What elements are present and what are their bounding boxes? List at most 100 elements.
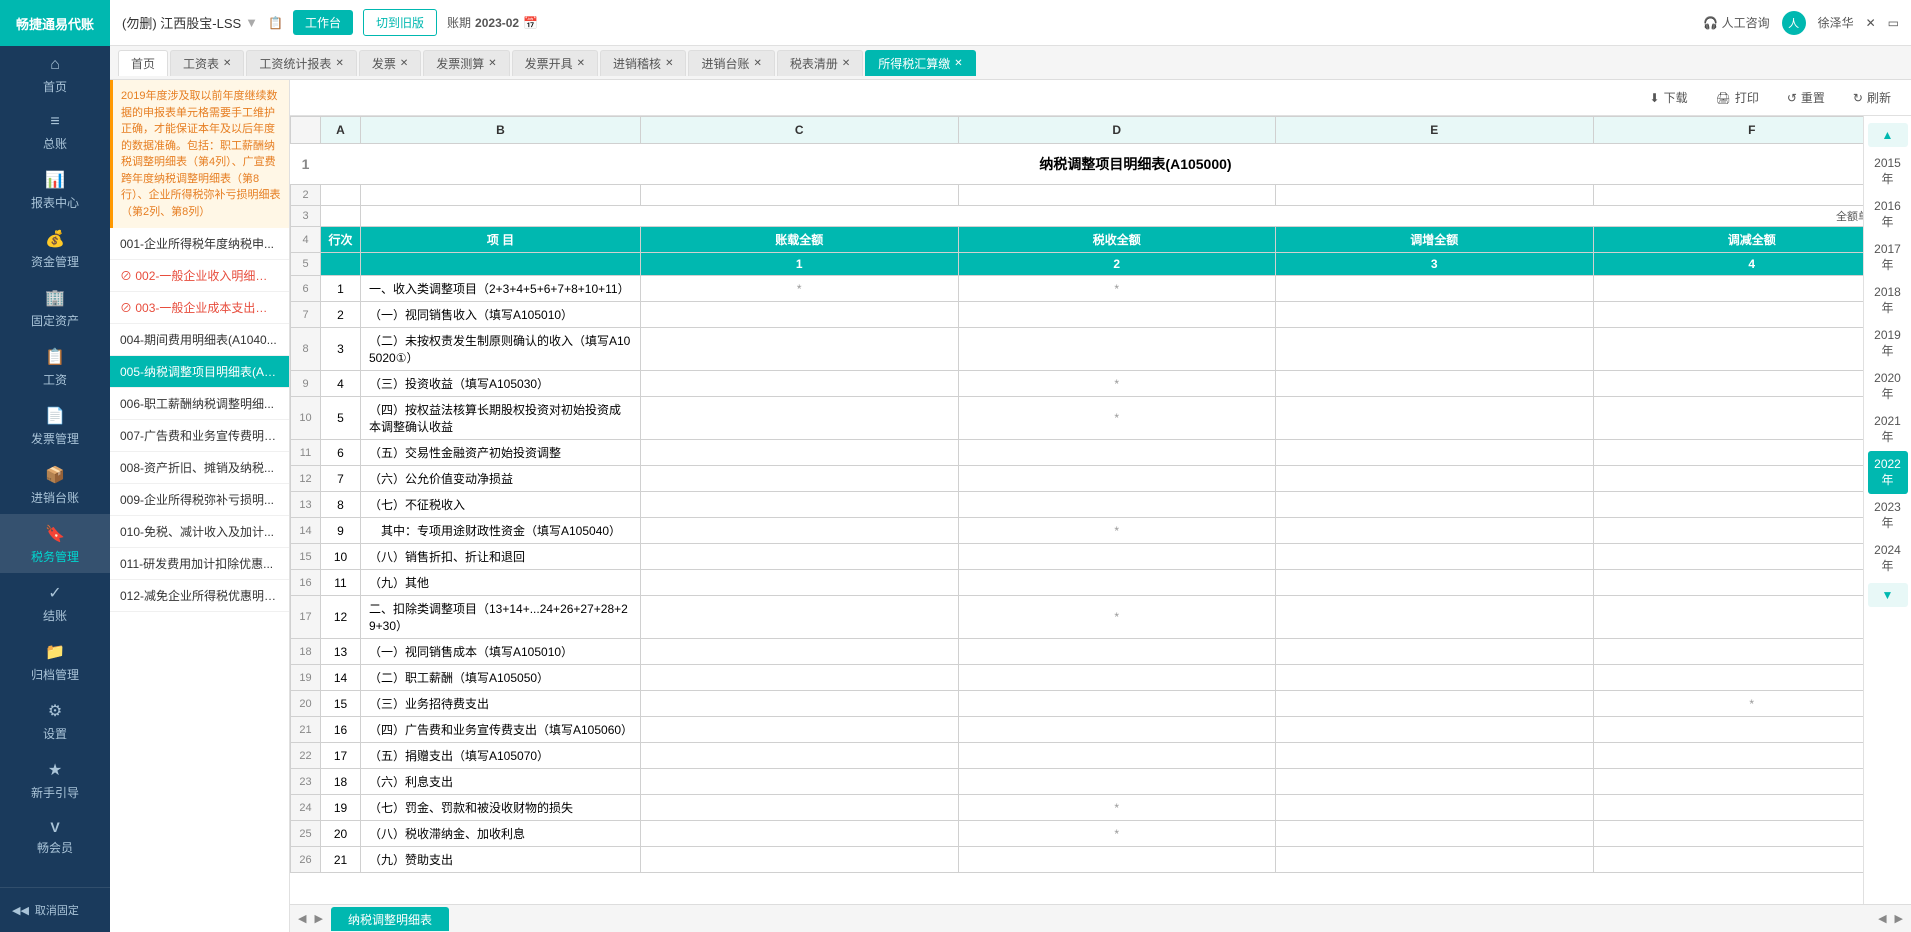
sub-nav-012[interactable]: 012-减免企业所得税优惠明细(... [110,580,289,612]
reset-button[interactable]: ↺ 重置 [1779,86,1833,109]
sidebar-item-purchase[interactable]: 📦 进销台账 [0,455,110,514]
year-nav-up-btn[interactable]: ▲ [1868,123,1908,147]
sidebar-item-invoice[interactable]: 📄 发票管理 [0,396,110,455]
data-cell[interactable] [641,769,959,795]
item-cell[interactable]: （九）赞助支出 [361,847,641,873]
data-cell[interactable] [1276,328,1594,371]
item-cell[interactable]: （六）公允价值变动净损益 [361,466,641,492]
data-cell[interactable]: * [641,276,959,302]
tab-invoice-calc-close[interactable]: ✕ [488,58,496,69]
data-cell[interactable]: * [958,371,1276,397]
tab-salary-report[interactable]: 工资统计报表 ✕ [246,50,356,76]
tab-salary[interactable]: 工资表 ✕ [170,50,244,76]
data-cell[interactable] [1276,397,1594,440]
data-cell[interactable] [1276,544,1594,570]
year-2018[interactable]: 2018年 [1868,279,1908,322]
sidebar-item-settings[interactable]: ⚙ 设置 [0,691,110,750]
data-cell[interactable]: * [958,821,1276,847]
sub-nav-003[interactable]: 003-一般企业成本支出明细... [110,292,289,324]
tab-invoice-open[interactable]: 发票开具 ✕ [512,50,598,76]
data-cell[interactable] [1276,743,1594,769]
item-cell[interactable]: （三）投资收益（填写A105030） [361,371,641,397]
sub-nav-007[interactable]: 007-广告费和业务宣传费明细... [110,420,289,452]
sub-nav-001[interactable]: 001-企业所得税年度纳税申... [110,228,289,260]
data-cell[interactable] [1276,639,1594,665]
data-cell[interactable] [1276,665,1594,691]
item-cell[interactable]: （五）交易性金融资产初始投资调整 [361,440,641,466]
data-cell[interactable] [641,328,959,371]
data-cell[interactable] [1276,596,1594,639]
data-cell[interactable] [641,570,959,596]
data-cell[interactable] [1276,466,1594,492]
data-cell[interactable] [641,371,959,397]
sheet-scroll-left[interactable]: ◀ [298,912,306,925]
item-cell[interactable]: 其中：专项用途财政性资金（填写A105040） [361,518,641,544]
data-cell[interactable] [641,639,959,665]
data-cell[interactable] [958,570,1276,596]
help-button[interactable]: 🎧 人工咨询 [1703,14,1769,31]
item-cell[interactable]: 一、收入类调整项目（2+3+4+5+6+7+8+10+11） [361,276,641,302]
data-cell[interactable] [958,717,1276,743]
tab-sales-ledger-close[interactable]: ✕ [753,58,761,69]
sub-nav-002[interactable]: 002-一般企业收入明细表(A1... [110,260,289,292]
data-cell[interactable] [641,847,959,873]
sheet-scroll-right[interactable]: ▶ [314,912,322,925]
data-cell[interactable] [1276,821,1594,847]
data-cell[interactable] [958,847,1276,873]
data-cell[interactable] [958,466,1276,492]
item-cell[interactable]: （二）职工薪酬（填写A105050） [361,665,641,691]
item-cell[interactable]: （一）视同销售成本（填写A105010） [361,639,641,665]
company-selector[interactable]: (勿删) 江西股宝-LSS ▼ [122,13,258,32]
tab-income-tax[interactable]: 所得税汇算缴 ✕ [865,50,975,76]
scroll-right-icon[interactable]: ▶ [1895,912,1903,925]
item-cell[interactable]: （二）未按权责发生制原则确认的收入（填写A105020①） [361,328,641,371]
year-2017[interactable]: 2017年 [1868,236,1908,279]
sub-nav-006[interactable]: 006-职工薪酬纳税调整明细... [110,388,289,420]
item-cell[interactable]: （四）按权益法核算长期股权投资对初始投资成本调整确认收益 [361,397,641,440]
year-2024[interactable]: 2024年 [1868,537,1908,580]
data-cell[interactable] [641,795,959,821]
data-cell[interactable] [641,544,959,570]
pin-sidebar-btn[interactable]: ◀◀ 取消固定 [4,896,106,924]
item-cell[interactable]: （八）销售折扣、折让和退回 [361,544,641,570]
year-2021[interactable]: 2021年 [1868,408,1908,451]
tab-invoice[interactable]: 发票 ✕ [359,50,421,76]
data-cell[interactable] [958,665,1276,691]
data-cell[interactable] [641,302,959,328]
tab-tax-list[interactable]: 税表清册 ✕ [777,50,863,76]
year-2015[interactable]: 2015年 [1868,150,1908,193]
data-cell[interactable] [641,717,959,743]
data-cell[interactable] [641,492,959,518]
data-cell[interactable] [958,302,1276,328]
tab-income-tax-close[interactable]: ✕ [954,58,962,69]
tab-invoice-open-close[interactable]: ✕ [577,58,585,69]
data-cell[interactable]: * [958,596,1276,639]
data-cell[interactable] [1276,847,1594,873]
data-cell[interactable] [1276,691,1594,717]
tab-tax-list-close[interactable]: ✕ [842,58,850,69]
tab-home[interactable]: 首页 [118,50,168,76]
sub-nav-005[interactable]: 005-纳税调整项目明细表(A1... [110,356,289,388]
data-cell[interactable] [1276,769,1594,795]
data-cell[interactable] [1276,440,1594,466]
item-cell[interactable]: 二、扣除类调整项目（13+14+...24+26+27+28+29+30） [361,596,641,639]
year-2023[interactable]: 2023年 [1868,494,1908,537]
sidebar-item-asset[interactable]: 💰 资金管理 [0,219,110,278]
sidebar-item-fixed[interactable]: 🏢 固定资产 [0,278,110,337]
sidebar-item-ledger[interactable]: ≡ 总账 [0,103,110,160]
sidebar-item-tax[interactable]: 🔖 税务管理 [0,514,110,573]
data-cell[interactable]: * [958,397,1276,440]
refresh-button[interactable]: ↻ 刷新 [1845,86,1899,109]
scroll-left-icon[interactable]: ◀ [1878,912,1886,925]
tab-invoice-calc[interactable]: 发票测算 ✕ [423,50,509,76]
sub-nav-009[interactable]: 009-企业所得税弥补亏损明... [110,484,289,516]
data-cell[interactable] [641,665,959,691]
data-cell[interactable] [1276,518,1594,544]
item-cell[interactable]: （四）广告费和业务宣传费支出（填写A105060） [361,717,641,743]
item-cell[interactable]: （三）业务招待费支出 [361,691,641,717]
switch-version-button[interactable]: 切到旧版 [363,9,437,36]
data-cell[interactable] [641,440,959,466]
item-cell[interactable]: （六）利息支出 [361,769,641,795]
sidebar-item-close[interactable]: ✓ 结账 [0,573,110,632]
data-cell[interactable] [1276,302,1594,328]
